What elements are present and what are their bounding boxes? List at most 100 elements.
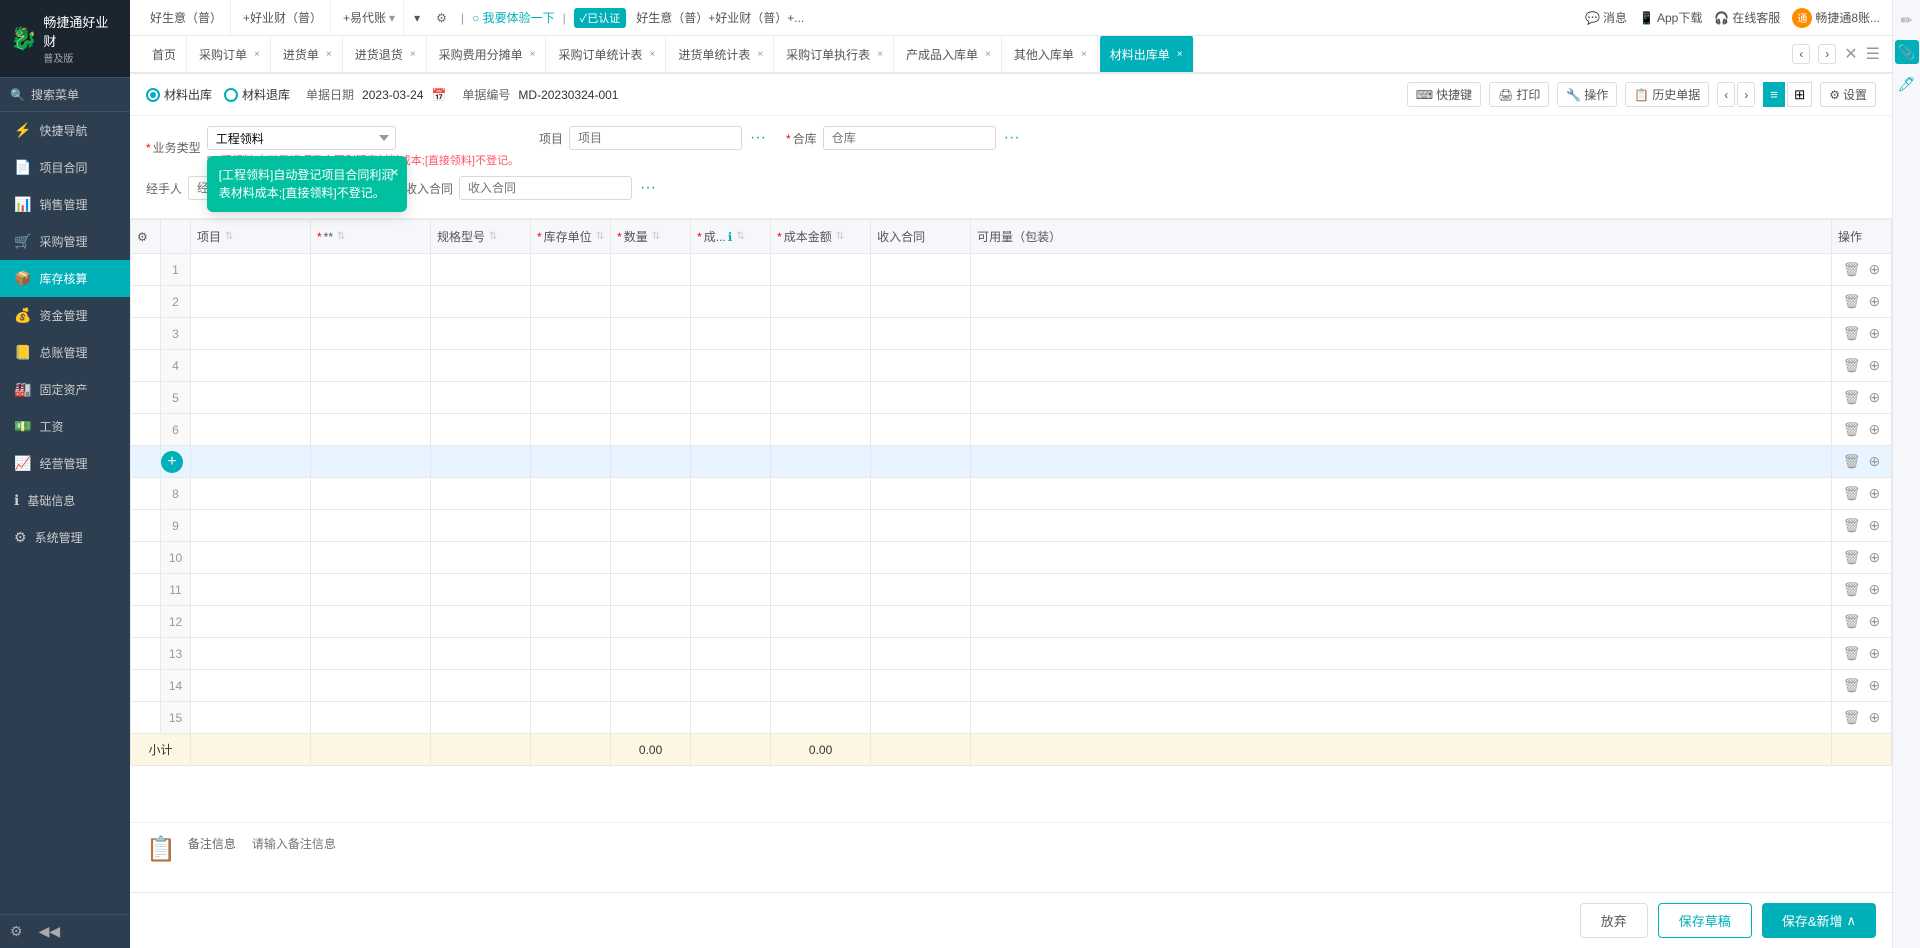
copy-row-icon[interactable]: ⊕	[1867, 323, 1883, 344]
item-cell[interactable]	[191, 350, 311, 382]
delete-row-icon[interactable]: 🗑	[1841, 643, 1863, 664]
shortcut-btn[interactable]: ⌨ 快捷键	[1407, 82, 1481, 107]
copy-row-icon[interactable]: ⊕	[1867, 419, 1883, 440]
top-nav-haoshengyi[interactable]: 好生意（普）	[142, 0, 231, 36]
calendar-icon[interactable]: 📅	[431, 88, 446, 102]
item-cell[interactable]	[191, 702, 311, 734]
material-cell[interactable]	[311, 702, 431, 734]
copy-row-icon[interactable]: ⊕	[1867, 387, 1883, 408]
cost-amount-cell[interactable]	[771, 606, 871, 638]
tab-close-finished[interactable]: ×	[985, 49, 991, 60]
cost-amount-cell[interactable]	[771, 254, 871, 286]
cost-amount-cell[interactable]	[771, 510, 871, 542]
material-input[interactable]	[311, 450, 430, 473]
income-contract-cell[interactable]	[871, 670, 971, 702]
income-contract-cell[interactable]	[871, 286, 971, 318]
cost-amount-cell[interactable]	[771, 478, 871, 510]
cost-amount-cell[interactable]	[771, 574, 871, 606]
material-cell[interactable]	[311, 414, 431, 446]
tab-next-btn[interactable]: ›	[1818, 44, 1836, 64]
qty-cell[interactable]	[611, 286, 691, 318]
copy-row-icon[interactable]: ⊕	[1867, 259, 1883, 280]
cost-amount-cell[interactable]	[771, 350, 871, 382]
qty-cell[interactable]	[611, 510, 691, 542]
delete-row-icon[interactable]: 🗑	[1841, 355, 1863, 376]
item-cell[interactable]	[191, 670, 311, 702]
unit-cell[interactable]	[531, 606, 611, 638]
sidebar-item-assets[interactable]: 🏭 固定资产	[0, 371, 130, 408]
tab-close-order-stats[interactable]: ×	[649, 49, 655, 60]
right-edit-icon[interactable]: ✏	[1895, 8, 1919, 32]
add-row-button[interactable]: +	[161, 451, 183, 473]
spec-cell[interactable]	[431, 702, 531, 734]
sidebar-item-salary[interactable]: 💵 工资	[0, 408, 130, 445]
available-qty-cell[interactable]	[971, 382, 1832, 414]
income-contract-cell[interactable]	[871, 542, 971, 574]
table-settings-icon[interactable]: ⚙	[137, 230, 148, 244]
qty-cell[interactable]	[611, 318, 691, 350]
income-contract-cell[interactable]	[871, 510, 971, 542]
view-grid-btn[interactable]: ⊞	[1787, 82, 1812, 107]
cost-price-cell[interactable]	[691, 350, 771, 382]
copy-row-icon[interactable]: ⊕	[1867, 707, 1883, 728]
cost-price-cell[interactable]	[691, 510, 771, 542]
item-cell-active[interactable]	[191, 446, 311, 478]
save-draft-button[interactable]: 保存草稿	[1658, 903, 1752, 938]
cost-price-cell[interactable]	[691, 670, 771, 702]
operate-btn[interactable]: 🔧 操作	[1557, 82, 1617, 107]
cost-price-cell[interactable]	[691, 606, 771, 638]
page-settings-btn[interactable]: ⚙ 设置	[1820, 82, 1876, 107]
available-qty-cell[interactable]	[971, 670, 1832, 702]
spec-cell[interactable]	[431, 574, 531, 606]
item-cell[interactable]	[191, 254, 311, 286]
unit-cell[interactable]	[531, 478, 611, 510]
qty-cell[interactable]	[611, 702, 691, 734]
cost-price-cell[interactable]	[691, 414, 771, 446]
item-input[interactable]	[191, 450, 310, 473]
settings-top-icon[interactable]: ⚙	[430, 11, 453, 25]
cost-price-cell[interactable]	[691, 702, 771, 734]
cost-price-cell[interactable]	[691, 574, 771, 606]
available-qty-cell[interactable]	[971, 350, 1832, 382]
page-prev-btn[interactable]: ‹	[1717, 82, 1735, 107]
project-input[interactable]	[569, 126, 742, 150]
income-contract-cell[interactable]	[871, 478, 971, 510]
material-cell[interactable]	[311, 606, 431, 638]
income-contract-input[interactable]	[459, 176, 632, 200]
history-btn[interactable]: 📋 历史单据	[1625, 82, 1709, 107]
sidebar-item-sales[interactable]: 📊 销售管理	[0, 186, 130, 223]
cost-amount-cell[interactable]	[771, 542, 871, 574]
material-cell[interactable]	[311, 670, 431, 702]
spec-cell[interactable]	[431, 542, 531, 574]
cost-amount-cell[interactable]	[771, 318, 871, 350]
spec-cell[interactable]	[431, 606, 531, 638]
unit-cell[interactable]	[531, 638, 611, 670]
warehouse-input[interactable]	[823, 126, 996, 150]
business-type-input[interactable]	[207, 126, 396, 150]
material-cell[interactable]	[311, 574, 431, 606]
tab-close-order-exec[interactable]: ×	[877, 49, 883, 60]
material-cell[interactable]	[311, 478, 431, 510]
close-all-icon[interactable]: ✕	[1844, 44, 1857, 64]
unit-cell[interactable]	[531, 446, 611, 478]
copy-row-icon[interactable]: ⊕	[1867, 451, 1883, 472]
item-cell[interactable]	[191, 574, 311, 606]
copy-row-icon[interactable]: ⊕	[1867, 515, 1883, 536]
tab-order-exec[interactable]: 采购订单执行表 ×	[776, 36, 894, 73]
settings-bottom-icon[interactable]: ⚙	[10, 923, 23, 940]
user-action[interactable]: 通 畅捷通8账...	[1792, 8, 1880, 28]
copy-row-icon[interactable]: ⊕	[1867, 611, 1883, 632]
tab-close-return[interactable]: ×	[410, 49, 416, 60]
unit-cell[interactable]	[531, 350, 611, 382]
unit-cell[interactable]	[531, 542, 611, 574]
available-qty-cell[interactable]	[971, 542, 1832, 574]
qty-cell[interactable]	[611, 350, 691, 382]
item-cell[interactable]	[191, 382, 311, 414]
qty-cell[interactable]	[611, 382, 691, 414]
right-pen-icon[interactable]: 🖊	[1895, 72, 1919, 96]
cost-price-cell[interactable]	[691, 478, 771, 510]
spec-cell[interactable]	[431, 510, 531, 542]
available-qty-cell[interactable]	[971, 446, 1832, 478]
available-qty-cell[interactable]	[971, 510, 1832, 542]
spec-cell[interactable]	[431, 318, 531, 350]
